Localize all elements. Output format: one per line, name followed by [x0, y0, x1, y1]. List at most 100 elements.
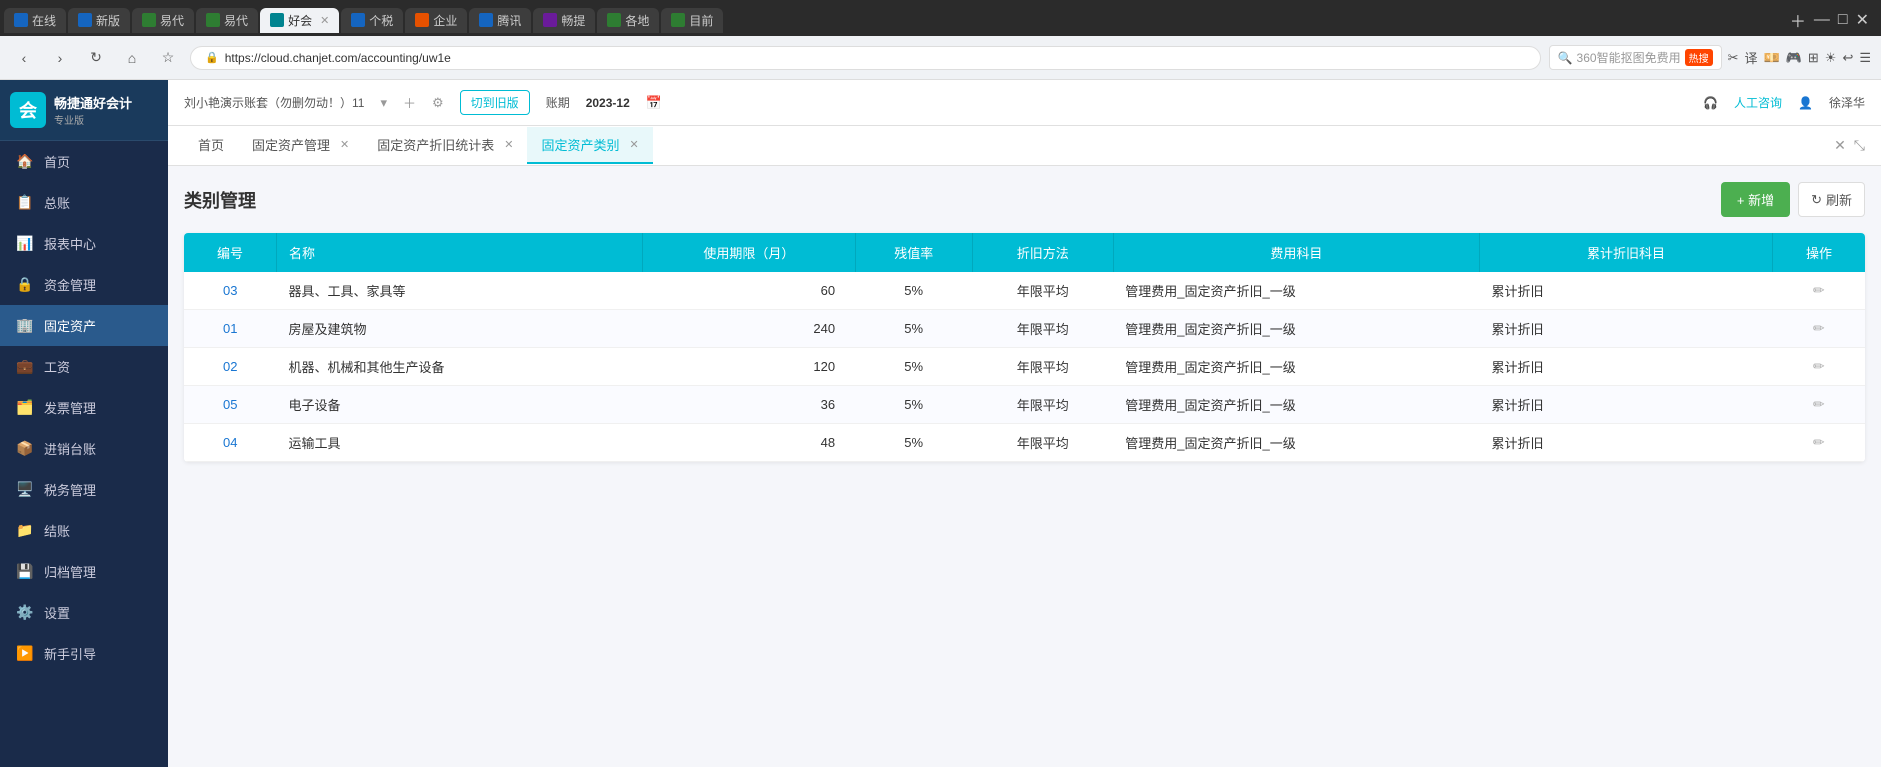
edit-button[interactable]: ✏	[1813, 396, 1825, 412]
translate-icon[interactable]: 译	[1744, 48, 1757, 67]
company-name: 刘小艳演示账套（勿删勿动！）11	[184, 94, 364, 111]
switch-old-version-button[interactable]: 切到旧版	[460, 90, 530, 115]
calendar-icon[interactable]: 📅	[646, 95, 662, 111]
sidebar-item-inventory[interactable]: 📦 进销台账	[0, 428, 168, 469]
sidebar-label-home: 首页	[44, 152, 70, 171]
maximize-button[interactable]: □	[1838, 11, 1848, 29]
browser-tab-9[interactable]: 畅提	[533, 8, 595, 33]
tab-close-5[interactable]: ✕	[320, 14, 329, 27]
grid-icon[interactable]: ⊞	[1808, 50, 1819, 66]
sidebar-item-closing[interactable]: 📁 结账	[0, 510, 168, 551]
browser-tab-5[interactable]: 好会 ✕	[260, 8, 339, 33]
minimize-button[interactable]: —	[1814, 11, 1830, 29]
sidebar-label-fixed-assets: 固定资产	[44, 316, 96, 335]
sidebar-item-ledger[interactable]: 📋 总账	[0, 182, 168, 223]
cell-name: 机器、机械和其他生产设备	[276, 348, 642, 386]
sidebar-label-guide: 新手引导	[44, 644, 96, 663]
tab-close-stats[interactable]: ✕	[504, 138, 513, 151]
tab-fixed-assets-management[interactable]: 固定资产管理 ✕	[238, 127, 363, 164]
edit-button[interactable]: ✏	[1813, 434, 1825, 450]
tab-close-management[interactable]: ✕	[340, 138, 349, 151]
undo-icon[interactable]: ↩	[1842, 50, 1853, 66]
address-bar: ‹ › ↻ ⌂ ☆ 🔒 https://cloud.chanjet.com/ac…	[0, 36, 1881, 80]
menu-icon[interactable]: ☰	[1859, 50, 1871, 66]
browser-tab-2[interactable]: 新版	[68, 8, 130, 33]
tab-depreciation-stats[interactable]: 固定资产折旧统计表 ✕	[363, 127, 527, 164]
edit-button[interactable]: ✏	[1813, 320, 1825, 336]
cell-expense: 管理费用_固定资产折旧_一级	[1113, 310, 1479, 348]
sidebar-label-closing: 结账	[44, 521, 70, 540]
table-row: 04 运输工具 48 5% 年限平均 管理费用_固定资产折旧_一级 累计折旧 ✏	[184, 424, 1865, 462]
tab-home[interactable]: 首页	[184, 127, 238, 164]
sidebar-item-reports[interactable]: 📊 报表中心	[0, 223, 168, 264]
browser-tab-7[interactable]: 企业	[405, 8, 467, 33]
refresh-icon: ↻	[1811, 192, 1822, 208]
game-icon[interactable]: 🎮	[1786, 50, 1802, 66]
url-input[interactable]: 🔒 https://cloud.chanjet.com/accounting/u…	[190, 46, 1541, 70]
help-icon: 🎧	[1703, 96, 1718, 110]
close-pane-icon[interactable]: ✕	[1834, 137, 1846, 154]
sidebar-item-guide[interactable]: ▶️ 新手引导	[0, 633, 168, 674]
user-label[interactable]: 徐泽华	[1829, 94, 1865, 111]
cell-name: 运输工具	[276, 424, 642, 462]
expand-company-icon[interactable]: ▾	[380, 95, 387, 111]
forward-button[interactable]: ›	[46, 44, 74, 72]
table-row: 03 器具、工具、家具等 60 5% 年限平均 管理费用_固定资产折旧_一级 累…	[184, 272, 1865, 310]
tab-close-category[interactable]: ✕	[630, 138, 639, 151]
sidebar-item-tax[interactable]: 🖥️ 税务管理	[0, 469, 168, 510]
cell-accum: 累计折旧	[1479, 386, 1772, 424]
browser-tab-10[interactable]: 各地	[597, 8, 659, 33]
sidebar-item-home[interactable]: 🏠 首页	[0, 141, 168, 182]
content-area: 类别管理 + 新增 ↻ 刷新 编号 名称 使用期限（月） 残值率	[168, 166, 1881, 767]
cell-action: ✏	[1772, 348, 1865, 386]
sidebar-item-funds[interactable]: 🔒 资金管理	[0, 264, 168, 305]
home-button[interactable]: ⌂	[118, 44, 146, 72]
scissors-icon[interactable]: ✂	[1728, 50, 1739, 66]
edit-button[interactable]: ✏	[1813, 358, 1825, 374]
cell-period: 60	[643, 272, 855, 310]
back-button[interactable]: ‹	[10, 44, 38, 72]
table-row: 02 机器、机械和其他生产设备 120 5% 年限平均 管理费用_固定资产折旧_…	[184, 348, 1865, 386]
sidebar-item-fixed-assets[interactable]: 🏢 固定资产	[0, 305, 168, 346]
add-button[interactable]: + 新增	[1721, 182, 1790, 217]
page-title: 类别管理	[184, 187, 256, 213]
cell-rate: 5%	[855, 386, 972, 424]
new-tab-button[interactable]: ＋	[1790, 8, 1806, 32]
help-label[interactable]: 人工咨询	[1734, 94, 1782, 111]
sidebar-item-archive[interactable]: 💾 归档管理	[0, 551, 168, 592]
guide-icon: ▶️	[16, 645, 34, 663]
company-settings-icon[interactable]: ⚙	[432, 95, 444, 111]
tab-asset-category[interactable]: 固定资产类别 ✕	[527, 127, 652, 164]
cell-rate: 5%	[855, 348, 972, 386]
sidebar-item-payroll[interactable]: 💼 工资	[0, 346, 168, 387]
wallet-icon[interactable]: 💴	[1764, 50, 1780, 66]
logo-icon: 会	[10, 92, 46, 128]
bookmark-button[interactable]: ☆	[154, 44, 182, 72]
cell-expense: 管理费用_固定资产折旧_一级	[1113, 272, 1479, 310]
cell-action: ✏	[1772, 310, 1865, 348]
browser-tab-bar: 在线 新版 易代 易代 好会 ✕ 个税 企业 腾讯	[0, 0, 1881, 36]
cell-name: 电子设备	[276, 386, 642, 424]
browser-tab-3[interactable]: 易代	[132, 8, 194, 33]
sidebar-item-settings[interactable]: ⚙️ 设置	[0, 592, 168, 633]
edit-button[interactable]: ✏	[1813, 282, 1825, 298]
search-bar[interactable]: 🔍 360智能抠图免费用 热搜	[1549, 45, 1722, 70]
sidebar-item-invoice[interactable]: 🗂️ 发票管理	[0, 387, 168, 428]
browser-tab-4[interactable]: 易代	[196, 8, 258, 33]
settings-icon[interactable]: ☀	[1825, 50, 1837, 66]
reload-button[interactable]: ↻	[82, 44, 110, 72]
user-icon: 👤	[1798, 96, 1813, 110]
browser-tab-1[interactable]: 在线	[4, 8, 66, 33]
browser-tab-11[interactable]: 目前	[661, 8, 723, 33]
refresh-button[interactable]: ↻ 刷新	[1798, 182, 1865, 217]
search-icon: 🔍	[1558, 51, 1573, 65]
browser-tab-6[interactable]: 个税	[341, 8, 403, 33]
browser-tab-8[interactable]: 腾讯	[469, 8, 531, 33]
cell-period: 120	[643, 348, 855, 386]
top-bar-right: 🎧 人工咨询 👤 徐泽华	[1703, 94, 1865, 111]
add-company-button[interactable]: ＋	[403, 93, 416, 112]
app-container: 会 畅捷通好会计 专业版 🏠 首页 📋 总账 📊 报表中心 🔒 资金管理 🏢 固…	[0, 80, 1881, 767]
cell-method: 年限平均	[972, 348, 1113, 386]
maximize-pane-icon[interactable]: ⤡	[1854, 137, 1865, 154]
close-window-button[interactable]: ✕	[1856, 10, 1869, 30]
